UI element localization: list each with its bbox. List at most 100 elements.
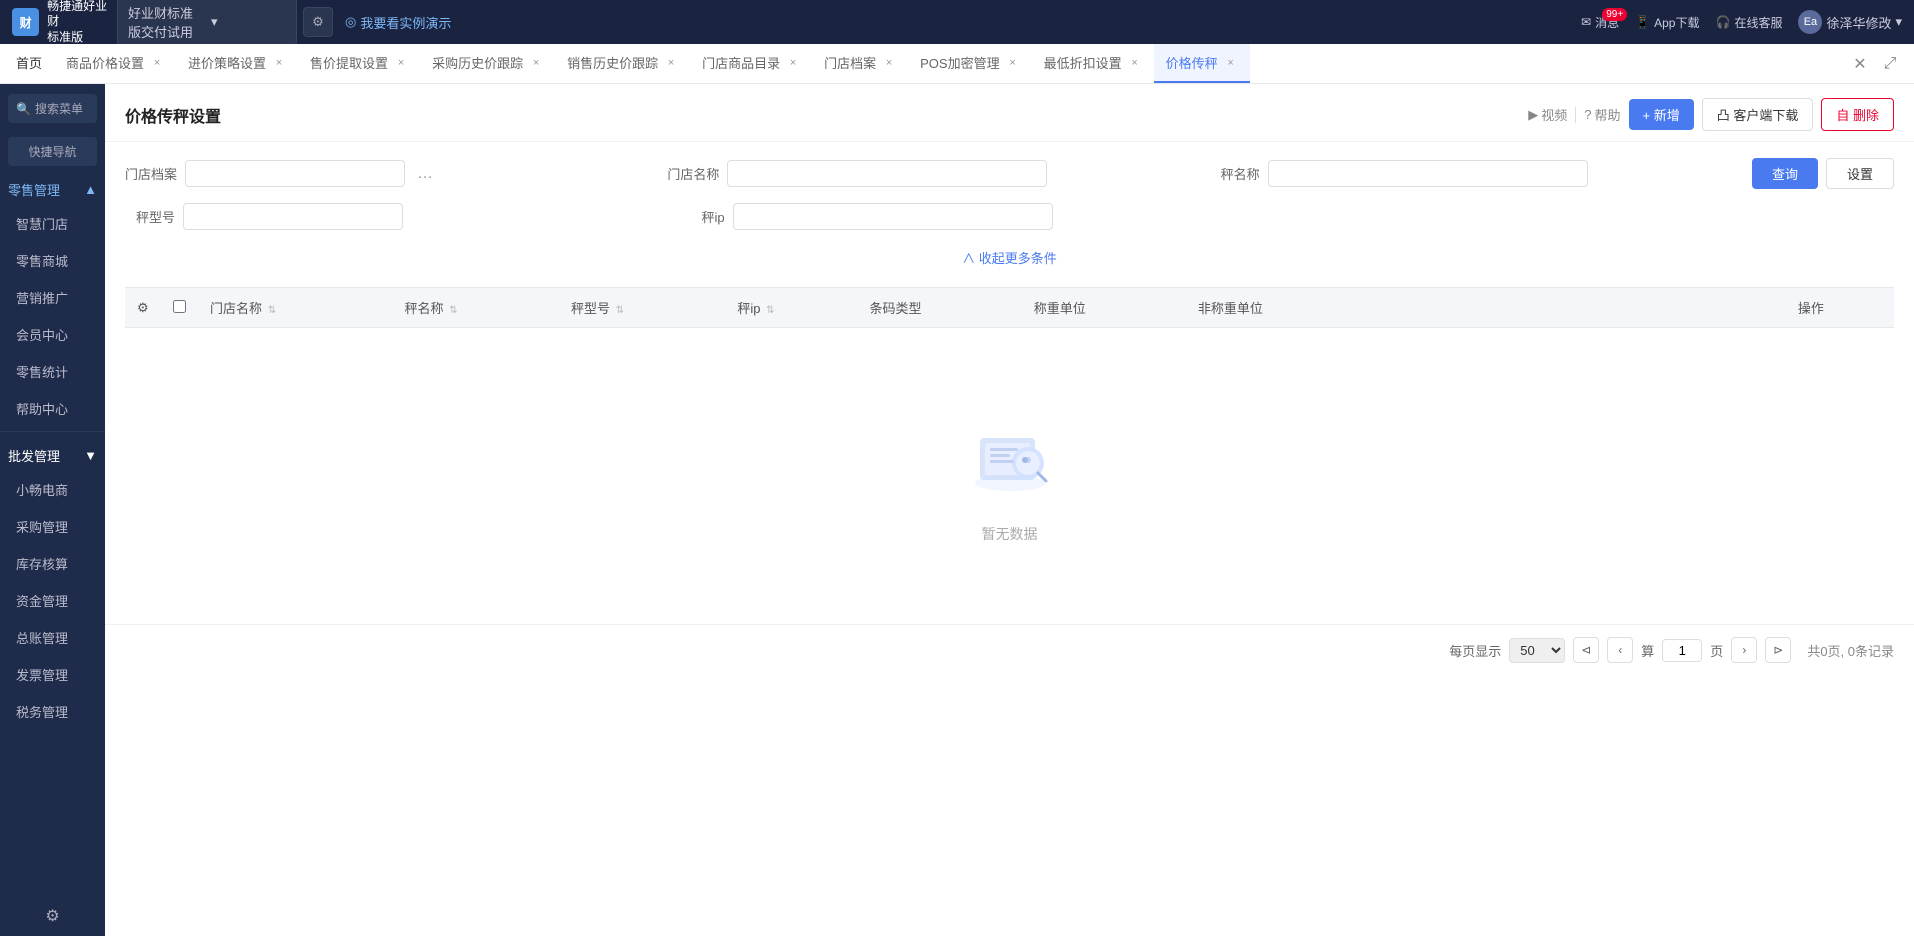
next-page-btn[interactable]: ›: [1731, 637, 1757, 663]
sidebar-item-general-ledger[interactable]: 总账管理: [0, 619, 105, 656]
sidebar-search-area: 🔍 搜索菜单: [0, 84, 105, 133]
filter-row-1: 门店档案 … 门店名称 秤名称 查询 设置: [125, 158, 1894, 189]
scale-model-input[interactable]: [183, 203, 403, 230]
tab-close-icon[interactable]: ×: [529, 56, 543, 70]
tab-close-icon[interactable]: ×: [150, 56, 164, 70]
sidebar-item-smart-store[interactable]: 智慧门店: [0, 205, 105, 242]
more-dots-icon[interactable]: …: [417, 165, 433, 183]
page-label: 算: [1641, 641, 1654, 660]
scale-name-input[interactable]: [1268, 160, 1588, 187]
sidebar-item-inventory[interactable]: 库存核算: [0, 545, 105, 582]
th-store-name: 门店名称 ⇅: [198, 288, 393, 328]
sidebar-item-tax[interactable]: 税务管理: [0, 693, 105, 730]
query-settings-btns: 查询 设置: [1752, 158, 1894, 189]
expand-tab-btn[interactable]: ⤢: [1878, 52, 1902, 76]
filter-store-archive: 门店档案 …: [125, 160, 647, 187]
tab-price-scale[interactable]: 价格传秤 ×: [1154, 44, 1250, 83]
sidebar-section-retail[interactable]: 零售管理 ▲: [0, 170, 105, 205]
sidebar-item-retail-mall[interactable]: 零售商城: [0, 242, 105, 279]
sidebar-section-wholesale[interactable]: 批发管理 ▼: [0, 436, 105, 471]
filter-scale-name: 秤名称: [1210, 160, 1732, 187]
query-btn[interactable]: 查询: [1752, 158, 1818, 189]
app-download-btn[interactable]: 📱 App下载: [1635, 14, 1699, 31]
message-badge: 99+: [1602, 8, 1627, 21]
data-table: ⚙ 门店名称 ⇅ 秤名称 ⇅ 秤型号: [125, 287, 1894, 328]
help-link-btn[interactable]: ? 帮助: [1584, 105, 1620, 124]
close-tab-btn[interactable]: ✕: [1848, 52, 1872, 76]
tab-close-icon[interactable]: ×: [1006, 56, 1020, 70]
sidebar-item-marketing[interactable]: 营销推广: [0, 279, 105, 316]
download-btn[interactable]: 凸 客户端下载: [1702, 98, 1814, 131]
tab-price-settings[interactable]: 商品价格设置 ×: [54, 44, 176, 83]
sidebar-item-purchase[interactable]: 采购管理: [0, 508, 105, 545]
tab-purchase-strategy[interactable]: 进价策略设置 ×: [176, 44, 298, 83]
sort-icon: ⇅: [766, 305, 774, 316]
th-scale-name: 秤名称 ⇅: [393, 288, 559, 328]
page-actions: ▶ 视频 ? 帮助 + 新增 凸 客户端下载 自 删除: [1528, 98, 1894, 131]
service-icon: 🎧: [1715, 15, 1730, 29]
collapse-filter-btn[interactable]: ∧ 收起更多条件: [125, 244, 1894, 279]
sidebar-item-member[interactable]: 会员中心: [0, 316, 105, 353]
tab-end-btns: ✕ ⤢: [1840, 44, 1910, 83]
sidebar-item-ecommerce[interactable]: 小畅电商: [0, 471, 105, 508]
avatar: Ea: [1798, 10, 1822, 34]
select-all-checkbox[interactable]: [173, 300, 186, 313]
sidebar-item-retail-stats[interactable]: 零售统计: [0, 353, 105, 390]
tab-close-icon[interactable]: ×: [394, 56, 408, 70]
delete-btn[interactable]: 自 删除: [1821, 98, 1894, 131]
tab-purchase-history[interactable]: 采购历史价跟踪 ×: [420, 44, 555, 83]
expand-icon: ▼: [84, 448, 97, 463]
sidebar-item-invoice[interactable]: 发票管理: [0, 656, 105, 693]
logo-icon: 财: [12, 8, 39, 36]
settings-icon[interactable]: ⚙: [45, 906, 59, 926]
scale-name-label: 秤名称: [1210, 164, 1260, 183]
store-name-input[interactable]: [727, 160, 1047, 187]
quick-nav-btn[interactable]: 快捷导航: [8, 137, 97, 166]
tab-home[interactable]: 首页: [4, 44, 54, 83]
table-header-row: ⚙ 门店名称 ⇅ 秤名称 ⇅ 秤型号: [125, 288, 1894, 328]
app-selector[interactable]: 好业财标准版交付试用 ▾: [117, 0, 297, 46]
tab-store-catalog[interactable]: 门店商品目录 ×: [690, 44, 812, 83]
last-page-btn[interactable]: ⊳: [1765, 637, 1791, 663]
top-bar: 财 畅捷通好业财 标准版 好业财标准版交付试用 ▾ ⚙ ◎ 我要看实例演示 ✉ …: [0, 0, 1914, 44]
th-checkbox[interactable]: [161, 288, 198, 328]
tab-pos-management[interactable]: POS加密管理 ×: [908, 44, 1031, 83]
scale-ip-input[interactable]: [733, 203, 1053, 230]
tab-close-icon[interactable]: ×: [272, 56, 286, 70]
tab-close-icon[interactable]: ×: [1128, 56, 1142, 70]
prev-page-btn[interactable]: ‹: [1607, 637, 1633, 663]
store-archive-input[interactable]: [185, 160, 405, 187]
message-btn[interactable]: ✉ 消息 99+: [1581, 14, 1619, 31]
th-settings[interactable]: ⚙: [125, 288, 161, 328]
settings-filter-btn[interactable]: 设置: [1826, 158, 1894, 189]
logo-text: 畅捷通好业财 标准版: [47, 0, 117, 45]
tab-store-archive[interactable]: 门店档案 ×: [812, 44, 908, 83]
sidebar-item-finance[interactable]: 资金管理: [0, 582, 105, 619]
store-name-label: 门店名称: [667, 164, 719, 183]
page-number-input[interactable]: [1662, 639, 1702, 662]
settings-btn[interactable]: ⚙: [303, 7, 333, 37]
page-size-select[interactable]: 50 10 20 100: [1509, 638, 1565, 663]
tab-sale-price[interactable]: 售价提取设置 ×: [298, 44, 420, 83]
first-page-btn[interactable]: ⊲: [1573, 637, 1599, 663]
tab-close-icon[interactable]: ×: [664, 56, 678, 70]
sort-icon: ⇅: [268, 305, 276, 316]
video-link-btn[interactable]: ▶ 视频: [1528, 105, 1567, 124]
download-icon: 📱: [1635, 15, 1650, 29]
expand-icon: ▲: [84, 182, 97, 197]
tab-close-icon[interactable]: ×: [1224, 56, 1238, 70]
filter-scale-ip: 秤ip: [675, 203, 1205, 230]
search-menu-btn[interactable]: 🔍 搜索菜单: [8, 94, 97, 123]
user-area[interactable]: Ea 徐泽华修改 ▾: [1798, 10, 1902, 34]
demo-btn[interactable]: ◎ 我要看实例演示: [345, 13, 451, 32]
tab-bar: 首页 商品价格设置 × 进价策略设置 × 售价提取设置 × 采购历史价跟踪 × …: [0, 44, 1914, 84]
tab-close-icon[interactable]: ×: [786, 56, 800, 70]
tab-sales-history[interactable]: 销售历史价跟踪 ×: [555, 44, 690, 83]
divider-v: [1575, 107, 1576, 123]
th-scale-model: 秤型号 ⇅: [559, 288, 725, 328]
tab-min-discount[interactable]: 最低折扣设置 ×: [1032, 44, 1154, 83]
online-service-btn[interactable]: 🎧 在线客服: [1715, 14, 1782, 31]
tab-close-icon[interactable]: ×: [882, 56, 896, 70]
sidebar-item-help[interactable]: 帮助中心: [0, 390, 105, 427]
add-btn[interactable]: + 新增: [1629, 99, 1694, 130]
